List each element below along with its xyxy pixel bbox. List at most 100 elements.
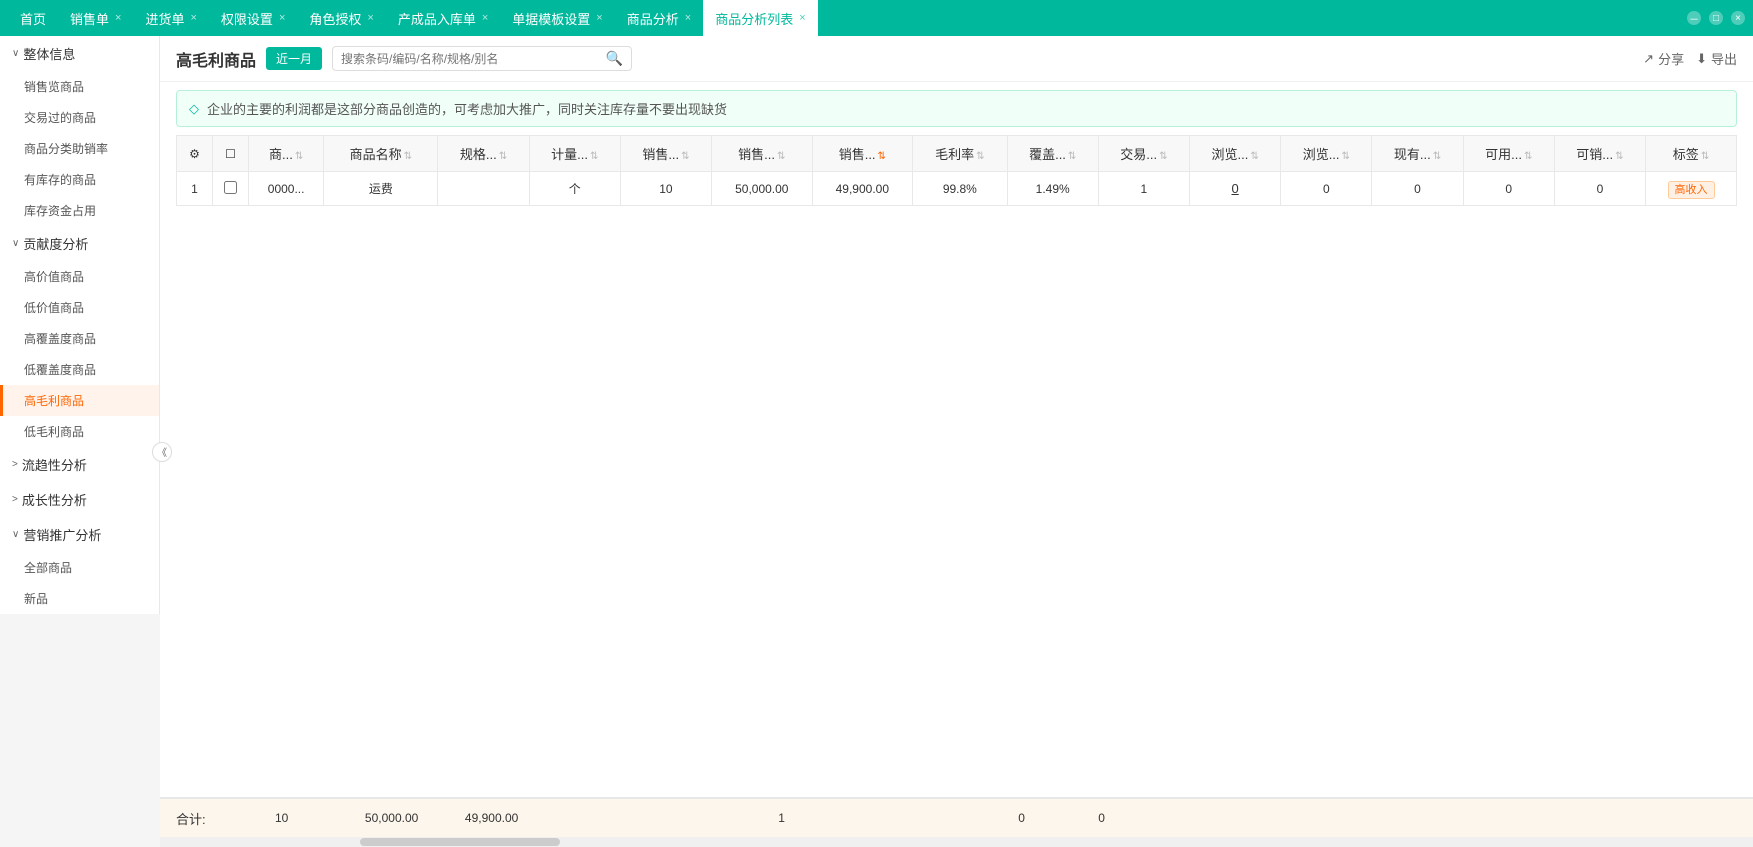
search-box: 🔍 bbox=[332, 46, 632, 71]
row-sellable: 0 bbox=[1554, 172, 1645, 206]
sidebar-item-low-margin[interactable]: 低毛利商品 bbox=[0, 416, 159, 447]
col-current-stock[interactable]: 现有...⇅ bbox=[1372, 136, 1463, 172]
row-transactions: 1 bbox=[1098, 172, 1189, 206]
close-roles-tab[interactable]: × bbox=[367, 12, 373, 24]
col-coverage[interactable]: 覆盖...⇅ bbox=[1007, 136, 1098, 172]
col-tag[interactable]: 标签⇅ bbox=[1646, 136, 1737, 172]
sidebar-item-sales-overview[interactable]: 销售览商品 bbox=[0, 71, 159, 102]
footer-empty3 bbox=[822, 807, 902, 829]
sidebar-item-low-coverage[interactable]: 低覆盖度商品 bbox=[0, 354, 159, 385]
footer-values: 10 50,000.00 49,900.00 1 0 0 bbox=[222, 807, 1737, 829]
content-area: 高毛利商品 近一月 🔍 ↗ 分享 ⬇ 导出 ◇ 企业的主要的利润都是这部分商品创… bbox=[160, 36, 1753, 847]
row-views1[interactable]: 0 bbox=[1190, 172, 1281, 206]
arrow-icon-overall: ∨ bbox=[12, 48, 19, 59]
nav-item-roles[interactable]: 角色授权 × bbox=[297, 0, 385, 36]
col-unit[interactable]: 计量...⇅ bbox=[529, 136, 620, 172]
close-template-tab[interactable]: × bbox=[596, 12, 602, 24]
close-purchase-tab[interactable]: × bbox=[190, 12, 196, 24]
close-warehouse-tab[interactable]: × bbox=[482, 12, 488, 24]
horizontal-scrollbar[interactable] bbox=[160, 837, 1753, 847]
col-gross-margin[interactable]: 毛利率⇅ bbox=[913, 136, 1008, 172]
sidebar-item-traded[interactable]: 交易过的商品 bbox=[0, 102, 159, 133]
nav-item-analysis-list[interactable]: 商品分析列表 × bbox=[703, 0, 817, 36]
footer-empty2 bbox=[642, 807, 742, 829]
close-analysis-list-tab[interactable]: × bbox=[799, 12, 805, 24]
sidebar-collapse-button[interactable]: 《 bbox=[152, 442, 172, 462]
time-filter-button[interactable]: 近一月 bbox=[266, 47, 322, 70]
row-unit: 个 bbox=[529, 172, 620, 206]
sidebar-item-high-margin[interactable]: 高毛利商品 bbox=[0, 385, 159, 416]
col-views2[interactable]: 浏览...⇅ bbox=[1281, 136, 1372, 172]
sidebar-item-stock-capital[interactable]: 库存资金占用 bbox=[0, 195, 159, 226]
col-available[interactable]: 可用...⇅ bbox=[1463, 136, 1554, 172]
close-permissions-tab[interactable]: × bbox=[279, 12, 285, 24]
table-row: 1 0000... 运费 个 10 50,000.00 49,900.00 99… bbox=[177, 172, 1737, 206]
col-transactions[interactable]: 交易...⇅ bbox=[1098, 136, 1189, 172]
sidebar: ∨ 整体信息 销售览商品 交易过的商品 商品分类助销率 有库存的商品 库存资金占… bbox=[0, 36, 160, 614]
sidebar-item-new-products[interactable]: 新品 bbox=[0, 583, 159, 614]
nav-item-home[interactable]: 首页 bbox=[8, 0, 58, 36]
footer-sales-cost: 49,900.00 bbox=[442, 807, 542, 829]
row-checkbox-input[interactable] bbox=[224, 181, 237, 194]
share-icon: ↗ bbox=[1643, 51, 1654, 67]
sidebar-section-growth[interactable]: > 成长性分析 bbox=[0, 482, 159, 517]
col-sales-amount[interactable]: 销售...⇅ bbox=[712, 136, 813, 172]
footer-transactions: 1 bbox=[742, 807, 822, 829]
col-name[interactable]: 商品名称⇅ bbox=[324, 136, 438, 172]
sidebar-section-contribution[interactable]: ∨ 贡献度分析 bbox=[0, 226, 159, 261]
export-button[interactable]: ⬇ 导出 bbox=[1696, 49, 1737, 68]
share-button[interactable]: ↗ 分享 bbox=[1643, 49, 1684, 68]
sidebar-section-trend[interactable]: > 流趋性分析 bbox=[0, 447, 159, 482]
footer-empty4 bbox=[902, 807, 982, 829]
col-sellable[interactable]: 可销...⇅ bbox=[1554, 136, 1645, 172]
minimize-button[interactable]: － bbox=[1687, 11, 1701, 25]
row-views2: 0 bbox=[1281, 172, 1372, 206]
nav-item-sales[interactable]: 销售单 × bbox=[58, 0, 133, 36]
nav-item-warehouse[interactable]: 产成品入库单 × bbox=[386, 0, 500, 36]
row-sales-amount: 50,000.00 bbox=[712, 172, 813, 206]
sidebar-item-high-coverage[interactable]: 高覆盖度商品 bbox=[0, 323, 159, 354]
sidebar-section-marketing[interactable]: ∨ 营销推广分析 bbox=[0, 517, 159, 552]
col-spec[interactable]: 规格...⇅ bbox=[438, 136, 529, 172]
col-views1[interactable]: 浏览...⇅ bbox=[1190, 136, 1281, 172]
col-sales-qty[interactable]: 销售...⇅ bbox=[620, 136, 711, 172]
close-sales-tab[interactable]: × bbox=[115, 12, 121, 24]
sidebar-item-high-value[interactable]: 高价值商品 bbox=[0, 261, 159, 292]
table-header-row: ⚙ ☐ 商...⇅ 商品名称⇅ 规格...⇅ 计量...⇅ 销售...⇅ 销售.… bbox=[177, 136, 1737, 172]
content-header: 高毛利商品 近一月 🔍 ↗ 分享 ⬇ 导出 bbox=[160, 36, 1753, 82]
header-actions: ↗ 分享 ⬇ 导出 bbox=[1643, 49, 1737, 68]
row-current-stock: 0 bbox=[1372, 172, 1463, 206]
row-available: 0 bbox=[1463, 172, 1554, 206]
row-name: 运费 bbox=[324, 172, 438, 206]
arrow-icon-marketing: ∨ bbox=[12, 529, 19, 540]
nav-item-permissions[interactable]: 权限设置 × bbox=[209, 0, 297, 36]
sidebar-item-in-stock[interactable]: 有库存的商品 bbox=[0, 164, 159, 195]
col-sales-cost[interactable]: 销售...⇅ bbox=[812, 136, 913, 172]
col-settings[interactable]: ⚙ bbox=[177, 136, 213, 172]
nav-item-template[interactable]: 单据模板设置 × bbox=[500, 0, 614, 36]
row-spec bbox=[438, 172, 529, 206]
col-checkbox[interactable]: ☐ bbox=[213, 136, 249, 172]
maximize-button[interactable]: □ bbox=[1709, 11, 1723, 25]
row-code: 0000... bbox=[249, 172, 324, 206]
nav-item-purchase[interactable]: 进货单 × bbox=[133, 0, 208, 36]
col-code[interactable]: 商...⇅ bbox=[249, 136, 324, 172]
nav-item-analysis[interactable]: 商品分析 × bbox=[615, 0, 703, 36]
sidebar-item-low-value[interactable]: 低价值商品 bbox=[0, 292, 159, 323]
close-analysis-tab[interactable]: × bbox=[685, 12, 691, 24]
sidebar-item-all-products[interactable]: 全部商品 bbox=[0, 552, 159, 583]
close-button[interactable]: × bbox=[1731, 11, 1745, 25]
sidebar-item-category-rate[interactable]: 商品分类助销率 bbox=[0, 133, 159, 164]
top-nav-bar: 首页 销售单 × 进货单 × 权限设置 × 角色授权 × 产成品入库单 × 单据… bbox=[0, 0, 1753, 36]
views1-link[interactable]: 0 bbox=[1231, 181, 1238, 196]
row-sales-cost: 49,900.00 bbox=[812, 172, 913, 206]
sidebar-section-overall[interactable]: ∨ 整体信息 bbox=[0, 36, 159, 71]
arrow-icon-growth: > bbox=[12, 494, 18, 505]
row-tag: 高收入 bbox=[1646, 172, 1737, 206]
row-checkbox[interactable] bbox=[213, 172, 249, 206]
scrollbar-thumb[interactable] bbox=[360, 838, 560, 846]
search-icon[interactable]: 🔍 bbox=[606, 50, 623, 67]
row-coverage: 1.49% bbox=[1007, 172, 1098, 206]
search-input[interactable] bbox=[341, 52, 606, 66]
window-controls: － □ × bbox=[1687, 11, 1745, 25]
